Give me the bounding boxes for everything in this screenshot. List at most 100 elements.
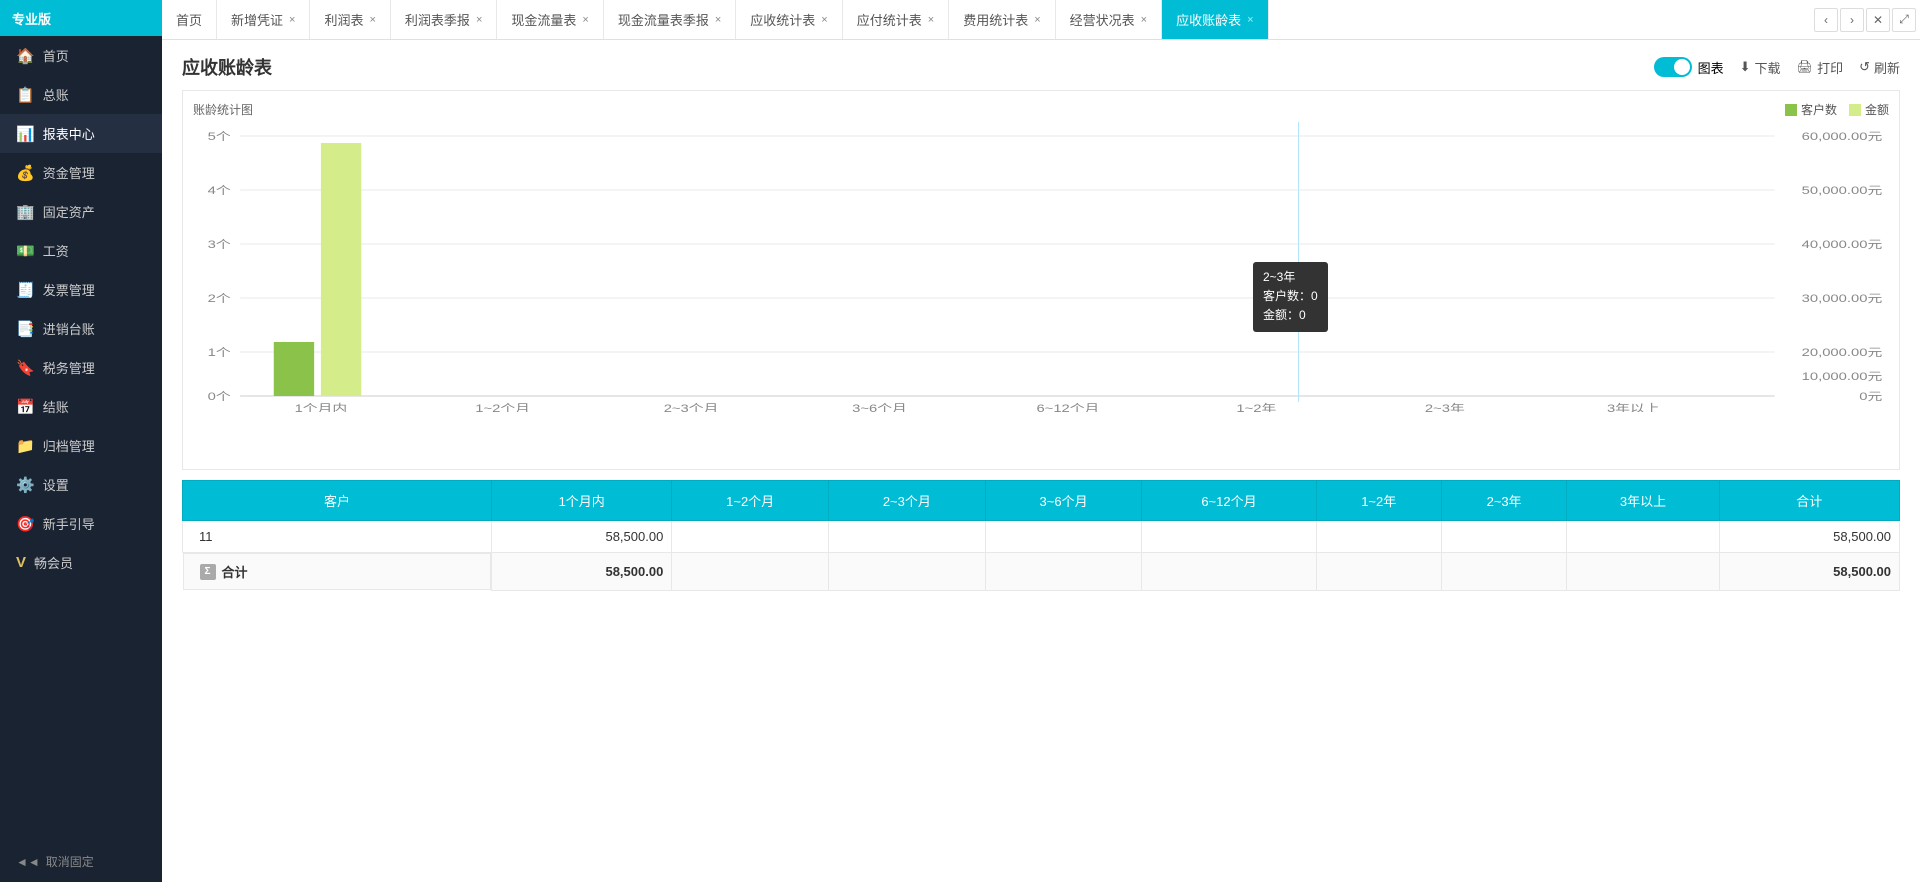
tab-close-icon[interactable]: × <box>928 14 934 26</box>
tab-next-btn[interactable]: › <box>1840 8 1864 32</box>
vip-icon: V <box>16 554 26 571</box>
tab-expense-stats[interactable]: 费用统计表 × <box>949 0 1055 40</box>
sidebar-item-close[interactable]: 📅 结账 <box>0 387 162 426</box>
td-total-2-3y <box>1441 553 1566 591</box>
tab-new-voucher[interactable]: 新增凭证 × <box>217 0 310 40</box>
sidebar-item-ledger[interactable]: 📋 总账 <box>0 75 162 114</box>
tab-label: 费用统计表 <box>963 10 1028 29</box>
tab-profit-quarter[interactable]: 利润表季报 × <box>391 0 497 40</box>
td-total-1-2y <box>1316 553 1441 591</box>
tab-operations[interactable]: 经营状况表 × <box>1056 0 1162 40</box>
table-total-row: Σ 合计 58,500.00 58,500.00 <box>183 553 1900 591</box>
toggle-track[interactable] <box>1654 57 1692 77</box>
legend-amount: 金额 <box>1849 101 1889 118</box>
download-label: 下载 <box>1755 58 1781 77</box>
archive-icon: 📁 <box>16 437 35 455</box>
collapse-label: 取消固定 <box>46 853 94 870</box>
download-icon: ⬇ <box>1740 59 1751 75</box>
chart-svg-wrapper: 5个 4个 3个 2个 1个 0个 60,000.00元 50,000.00元 … <box>193 122 1889 452</box>
svg-text:30,000.00元: 30,000.00元 <box>1802 292 1883 305</box>
th-1-2y: 1~2年 <box>1316 481 1441 521</box>
svg-text:1个月内: 1个月内 <box>295 402 348 412</box>
sidebar-item-label: 税务管理 <box>43 358 95 377</box>
svg-text:2~3个月: 2~3个月 <box>664 402 719 412</box>
tab-cashflow-quarter[interactable]: 现金流量表季报 × <box>604 0 736 40</box>
sidebar-item-label: 固定资产 <box>43 202 95 221</box>
sidebar-item-label: 报表中心 <box>43 124 95 143</box>
chart-toggle[interactable]: 图表 <box>1654 57 1724 77</box>
invoice-icon: 🧾 <box>16 281 35 299</box>
sidebar-item-assets[interactable]: 🏢 固定资产 <box>0 192 162 231</box>
th-2-3m: 2~3个月 <box>829 481 986 521</box>
th-1-2m: 1~2个月 <box>672 481 829 521</box>
download-btn[interactable]: ⬇ 下载 <box>1740 58 1781 77</box>
tab-label: 应收统计表 <box>750 10 815 29</box>
sidebar-item-home[interactable]: 🏠 首页 <box>0 36 162 75</box>
tab-label: 经营状况表 <box>1070 10 1135 29</box>
sidebar-item-vip[interactable]: V 畅会员 <box>0 543 162 582</box>
tab-close-icon[interactable]: × <box>1141 14 1147 26</box>
svg-text:1~2个月: 1~2个月 <box>475 402 530 412</box>
tab-label: 应付统计表 <box>857 10 922 29</box>
sidebar-item-guide[interactable]: 🎯 新手引导 <box>0 504 162 543</box>
svg-text:50,000.00元: 50,000.00元 <box>1802 184 1883 197</box>
print-label: 打印 <box>1817 58 1843 77</box>
tab-close-icon[interactable]: × <box>1247 14 1253 26</box>
tab-expand-btn[interactable]: ⤢ <box>1892 8 1916 32</box>
tab-close-icon[interactable]: × <box>369 14 375 26</box>
chart-legend: 客户数 金额 <box>1785 101 1889 118</box>
print-btn[interactable]: 🖨 打印 <box>1797 58 1844 77</box>
sidebar-collapse-btn[interactable]: ◄◄ 取消固定 <box>0 841 162 882</box>
sidebar-item-tax[interactable]: 🔖 税务管理 <box>0 348 162 387</box>
svg-text:4个: 4个 <box>208 184 231 197</box>
td-total-total: 58,500.00 <box>1719 553 1899 591</box>
sidebar-item-invoice[interactable]: 🧾 发票管理 <box>0 270 162 309</box>
tab-profit[interactable]: 利润表 × <box>310 0 390 40</box>
tab-close-icon[interactable]: × <box>821 14 827 26</box>
td-6-12m <box>1142 521 1316 553</box>
sidebar-item-label: 进销台账 <box>43 319 95 338</box>
sidebar-item-label: 工资 <box>43 241 69 260</box>
sidebar-item-label: 新手引导 <box>43 514 95 533</box>
main-area: 首页 新增凭证 × 利润表 × 利润表季报 × 现金流量表 × 现金流量表季报 … <box>162 0 1920 882</box>
tab-close-icon[interactable]: × <box>715 14 721 26</box>
tab-prev-btn[interactable]: ‹ <box>1814 8 1838 32</box>
th-3y-plus: 3年以上 <box>1567 481 1719 521</box>
tab-cashflow[interactable]: 现金流量表 × <box>497 0 603 40</box>
svg-text:60,000.00元: 60,000.00元 <box>1802 130 1883 143</box>
tab-close-icon[interactable]: × <box>582 14 588 26</box>
table-header-row: 客户 1个月内 1~2个月 2~3个月 3~6个月 6~12个月 1~2年 2~… <box>183 481 1900 521</box>
tab-label: 新增凭证 <box>231 10 283 29</box>
sidebar-item-sales[interactable]: 📑 进销台账 <box>0 309 162 348</box>
sidebar-logo: 专业版 <box>0 0 162 36</box>
td-3-6m <box>985 521 1142 553</box>
refresh-btn[interactable]: ↺ 刷新 <box>1859 58 1900 77</box>
total-icon: Σ <box>200 564 216 580</box>
legend-dot-customer <box>1785 104 1797 116</box>
sidebar-item-label: 设置 <box>43 475 69 494</box>
tab-label: 现金流量表季报 <box>618 10 709 29</box>
sidebar-item-settings[interactable]: ⚙️ 设置 <box>0 465 162 504</box>
legend-label-customer: 客户数 <box>1801 101 1837 118</box>
tab-controls: ‹ › ✕ ⤢ <box>1814 8 1920 32</box>
sidebar-item-archive[interactable]: 📁 归档管理 <box>0 426 162 465</box>
tab-label: 利润表季报 <box>405 10 470 29</box>
sidebar-item-reports[interactable]: 📊 报表中心 <box>0 114 162 153</box>
tab-close-all-btn[interactable]: ✕ <box>1866 8 1890 32</box>
sidebar-item-label: 归档管理 <box>43 436 95 455</box>
tab-payable-stats[interactable]: 应付统计表 × <box>843 0 949 40</box>
tab-aging[interactable]: 应收账龄表 × <box>1162 0 1268 40</box>
tab-close-icon[interactable]: × <box>289 14 295 26</box>
tab-home[interactable]: 首页 <box>162 0 217 40</box>
tab-close-icon[interactable]: × <box>476 14 482 26</box>
table-row: 11 58,500.00 58,500.00 <box>183 521 1900 553</box>
sidebar-item-salary[interactable]: 💵 工资 <box>0 231 162 270</box>
tab-receivable-stats[interactable]: 应收统计表 × <box>736 0 842 40</box>
svg-text:3~6个月: 3~6个月 <box>852 402 907 412</box>
tab-close-icon[interactable]: × <box>1034 14 1040 26</box>
page-title: 应收账龄表 <box>182 54 272 80</box>
sidebar-item-label: 资金管理 <box>43 163 95 182</box>
sidebar-item-fund[interactable]: 💰 资金管理 <box>0 153 162 192</box>
reports-icon: 📊 <box>16 125 35 143</box>
chart-title: 账龄统计图 <box>193 101 1889 118</box>
